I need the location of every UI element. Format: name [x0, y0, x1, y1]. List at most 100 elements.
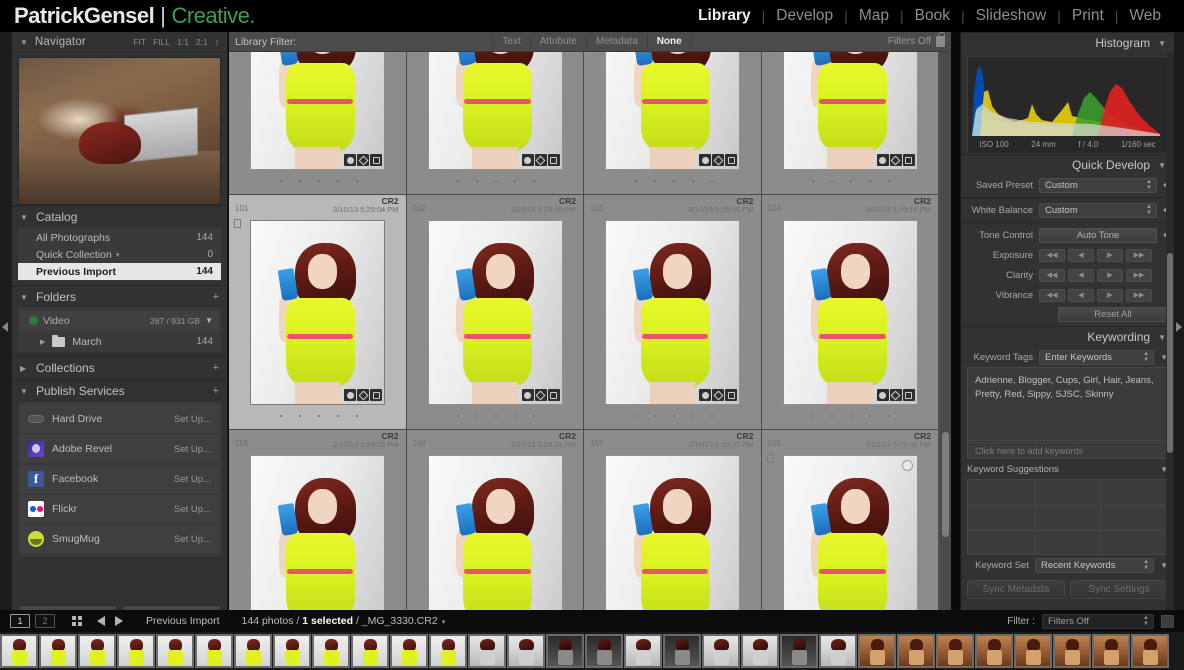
filmstrip-thumbnail[interactable]	[1092, 634, 1130, 668]
grid-cell-selected[interactable]: 101 CR2 3/10/13 5:29:04 PM	[229, 195, 407, 430]
photo-thumbnail[interactable]	[782, 52, 918, 170]
filmstrip-thumbnail[interactable]	[234, 634, 272, 668]
grid-cell[interactable]: 106 CR2 3/10/13 5:29:26 PM	[406, 430, 584, 632]
photo-thumbnail[interactable]	[782, 220, 918, 405]
rating-dots[interactable]	[784, 180, 919, 182]
filmstrip-thumbnail[interactable]	[273, 634, 311, 668]
photo-thumbnail[interactable]	[250, 455, 385, 632]
grid-cell[interactable]	[406, 52, 584, 195]
quick-collection-badge-icon[interactable]	[521, 154, 534, 166]
stepper-icon[interactable]: ▲ ▼	[1143, 351, 1149, 363]
quick-collection-marker-icon[interactable]	[901, 460, 913, 471]
grid-cell[interactable]: 107 CR2 3/10/13 5:29:35 PM	[584, 430, 762, 632]
right-panel-scrollbar-thumb[interactable]	[1167, 253, 1173, 453]
right-panel-scrollbar[interactable]	[1166, 53, 1174, 613]
chevron-right-icon[interactable]: ▶	[20, 364, 28, 373]
filmstrip-thumbnail[interactable]	[117, 634, 155, 668]
develop-badge-icon[interactable]	[725, 154, 737, 166]
flag-icon[interactable]	[766, 454, 774, 463]
left-panel-collapse-rail[interactable]	[0, 32, 12, 632]
filmstrip-thumbnail[interactable]	[897, 634, 935, 668]
reset-all-button[interactable]: Reset All	[1058, 307, 1168, 322]
photo-badges[interactable]	[344, 154, 382, 166]
grid-cell[interactable]: 105 CR2 3/10/13 5:29:25 PM	[229, 430, 407, 632]
publish-service-hard-drive[interactable]: Hard Drive Set Up...	[20, 405, 219, 433]
zoom-stepper-icon[interactable]: ↕	[215, 37, 219, 47]
filmstrip-thumbnail[interactable]	[585, 634, 623, 668]
sync-settings-button[interactable]: Sync Settings	[1070, 580, 1168, 599]
publish-service-facebook[interactable]: f Facebook Set Up...	[20, 465, 219, 493]
vibrance-increase-large[interactable]: ▶▶	[1126, 288, 1152, 302]
photo-thumbnail[interactable]	[605, 455, 740, 632]
zoom-fit[interactable]: FIT	[133, 37, 146, 47]
photo-thumbnail[interactable]	[605, 52, 740, 170]
develop-badge-icon[interactable]	[547, 389, 560, 401]
folders-header[interactable]: ▼ Folders +	[12, 286, 227, 308]
exposure-increase-small[interactable]: ▶	[1097, 248, 1123, 262]
filter-tab-text[interactable]: Text	[492, 34, 531, 49]
keyword-tags-mode-select[interactable]: Enter Keywords ▲ ▼	[1039, 349, 1155, 365]
quick-collection-badge-icon[interactable]	[344, 389, 356, 401]
filmstrip-thumbnail[interactable]	[468, 634, 506, 668]
publish-service-adobe-revel[interactable]: Adobe Revel Set Up...	[20, 435, 219, 463]
keyword-add-field[interactable]: Click here to add keywords	[967, 442, 1168, 459]
chevron-down-icon[interactable]: ▼	[205, 316, 213, 325]
clarity-increase-small[interactable]: ▶	[1097, 268, 1123, 282]
filters-off-status[interactable]: Filters Off	[888, 32, 945, 47]
auto-tone-button[interactable]: Auto Tone	[1039, 227, 1157, 243]
clarity-increase-large[interactable]: ▶▶	[1126, 268, 1152, 282]
filmstrip[interactable]	[0, 632, 1184, 670]
forward-arrow-icon[interactable]	[115, 616, 123, 626]
quick-collection-badge-icon[interactable]	[699, 389, 711, 401]
chevron-down-icon[interactable]: ▾	[442, 619, 446, 626]
rating-dots[interactable]	[251, 180, 386, 182]
chevron-down-icon[interactable]: ▼	[1158, 39, 1166, 48]
photo-badges[interactable]	[699, 154, 737, 166]
photo-badges[interactable]	[876, 389, 915, 401]
navigator-header[interactable]: ▼ Navigator FIT FILL 1:1 2:1 ↕	[12, 32, 227, 53]
filter-tab-metadata[interactable]: Metadata	[587, 34, 648, 49]
rating-dots[interactable]	[251, 415, 386, 417]
photo-thumbnail[interactable]	[782, 455, 918, 632]
photo-thumbnail[interactable]	[250, 220, 385, 405]
stepper-icon[interactable]: ▲ ▼	[1143, 559, 1149, 571]
keywording-header[interactable]: Keywording ▼	[961, 326, 1174, 347]
publish-service-setup[interactable]: Set Up...	[174, 474, 211, 485]
screen-two-button[interactable]: 2	[35, 614, 55, 628]
catalog-item-quick-collection[interactable]: Quick Collection ▾ 0	[18, 246, 221, 263]
quick-collection-badge-icon[interactable]	[876, 389, 889, 401]
folder-drive-video[interactable]: Video 287 / 931 GB ▼	[20, 311, 219, 330]
crop-badge-icon[interactable]	[889, 389, 902, 401]
filmstrip-thumbnail[interactable]	[429, 634, 467, 668]
quick-collection-badge-icon[interactable]	[876, 154, 889, 166]
filmstrip-thumbnail[interactable]	[858, 634, 896, 668]
add-folder-icon[interactable]: +	[213, 291, 219, 303]
right-collapse-arrow-icon[interactable]	[1176, 322, 1182, 332]
module-web[interactable]: Web	[1118, 7, 1172, 25]
grid-view[interactable]: 101 CR2 3/10/13 5:29:04 PM 102 CR2 3/10/…	[229, 52, 951, 632]
module-map[interactable]: Map	[848, 7, 900, 25]
grid-cell[interactable]	[761, 52, 939, 195]
histogram-panel[interactable]: ISO 100 24 mm f / 4.0 1/160 sec	[967, 56, 1168, 154]
develop-badge-icon[interactable]	[902, 389, 915, 401]
sync-metadata-button[interactable]: Sync Metadata	[967, 580, 1065, 599]
folder-item-march[interactable]: ▶ March 144	[18, 332, 221, 351]
filmstrip-thumbnail[interactable]	[1131, 634, 1169, 668]
filmstrip-thumbnail[interactable]	[624, 634, 662, 668]
filmstrip-thumbnail[interactable]	[1053, 634, 1091, 668]
module-book[interactable]: Book	[904, 7, 961, 25]
filmstrip-thumbnail[interactable]	[0, 634, 38, 668]
crop-badge-icon[interactable]	[712, 389, 724, 401]
grid-cell[interactable]: 108 CR2 3/10/13 5:29:36 PM	[761, 430, 939, 632]
collections-header[interactable]: ▶ Collections +	[12, 357, 227, 379]
publish-service-setup[interactable]: Set Up...	[174, 504, 211, 515]
flag-icon[interactable]	[234, 219, 241, 228]
filmstrip-thumbnail[interactable]	[780, 634, 818, 668]
stepper-icon[interactable]: ▲ ▼	[1143, 615, 1149, 627]
stepper-icon[interactable]: ▲ ▼	[1146, 179, 1152, 191]
rating-dots[interactable]	[606, 180, 741, 182]
toolbar-options-icon[interactable]	[1161, 614, 1174, 628]
filmstrip-thumbnail[interactable]	[936, 634, 974, 668]
chevron-down-icon[interactable]: ▼	[20, 213, 28, 222]
back-arrow-icon[interactable]	[97, 616, 105, 626]
